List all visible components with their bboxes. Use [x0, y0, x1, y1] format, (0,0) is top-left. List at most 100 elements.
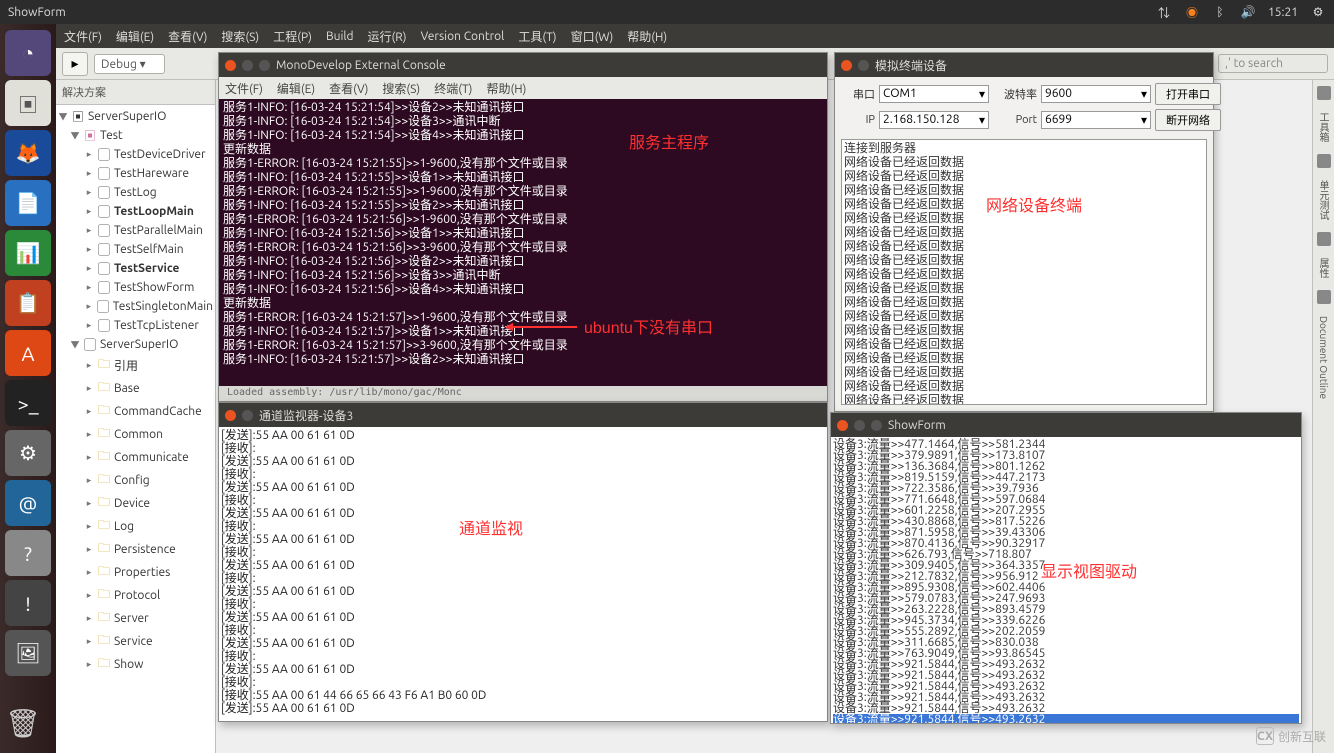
tree-node[interactable]: ▸▢TestService: [56, 259, 215, 278]
menu-project[interactable]: 工程(P): [273, 28, 312, 45]
cmenu-search[interactable]: 搜索(S): [382, 80, 420, 97]
tree-node[interactable]: ▸🗀Device: [56, 492, 215, 515]
menu-window[interactable]: 窗口(W): [571, 28, 614, 45]
mon-titlebar[interactable]: 通道监视器-设备3: [219, 403, 827, 427]
tree-node[interactable]: ▸🗀Persistence: [56, 538, 215, 561]
max-icon[interactable]: [259, 60, 270, 71]
toolbox-icon[interactable]: [1317, 86, 1331, 100]
help-icon[interactable]: ?: [5, 530, 51, 576]
tree-node[interactable]: ▼▣ServerSuperIO: [56, 107, 215, 126]
mono-icon[interactable]: @: [5, 480, 51, 526]
bluetooth-icon[interactable]: ᛒ: [1212, 4, 1228, 20]
port-select[interactable]: 6699▾: [1041, 111, 1151, 129]
tree-node[interactable]: ▸▢TestSingletonMain: [56, 297, 215, 316]
firefox-icon[interactable]: 🦊: [5, 130, 51, 176]
tree-node[interactable]: ▸🗀Server: [56, 607, 215, 630]
tree-node[interactable]: ▸🗀Config: [56, 469, 215, 492]
files-icon[interactable]: ▣: [5, 80, 51, 126]
dash-icon[interactable]: ◔: [5, 30, 51, 76]
calc-icon[interactable]: 📊: [5, 230, 51, 276]
power-icon[interactable]: ⚙: [1310, 4, 1326, 20]
disconnect-button[interactable]: 断开网络: [1155, 109, 1221, 131]
showform-body[interactable]: 设备3:流量>>477.1464,信号>>581.2344设备3:流量>>379…: [831, 437, 1301, 723]
tree-node[interactable]: ▸🗀Common: [56, 423, 215, 446]
tree-node[interactable]: ▸🗀Communicate: [56, 446, 215, 469]
tree-node[interactable]: ▼▣Test: [56, 126, 215, 145]
menu-view[interactable]: 查看(V): [168, 28, 207, 45]
impress-icon[interactable]: 📋: [5, 280, 51, 326]
cmenu-file[interactable]: 文件(F): [225, 80, 263, 97]
tree-node[interactable]: ▸🗀CommandCache: [56, 400, 215, 423]
close-icon[interactable]: [837, 420, 848, 431]
image-icon[interactable]: 🖼: [5, 630, 51, 676]
tree-node[interactable]: ▸🗀Protocol: [56, 584, 215, 607]
baud-select[interactable]: 9600▾: [1041, 85, 1151, 103]
tree-node[interactable]: ▸▢TestDeviceDriver: [56, 145, 215, 164]
min-icon[interactable]: [242, 60, 253, 71]
show-titlebar[interactable]: ShowForm: [831, 413, 1301, 437]
tree-node[interactable]: ▸▢TestParallelMain: [56, 221, 215, 240]
tree-node[interactable]: ▸▢TestLog: [56, 183, 215, 202]
tree-node[interactable]: ▸▢TestHareware: [56, 164, 215, 183]
tree-node[interactable]: ▸🗀Show: [56, 653, 215, 676]
tree-node[interactable]: ▸🗀Service: [56, 630, 215, 653]
cmenu-view[interactable]: 查看(V): [329, 80, 368, 97]
cmenu-term[interactable]: 终端(T): [434, 80, 472, 97]
sim-log[interactable]: 连接到服务器 网络设备已经返回数据网络设备已经返回数据网络设备已经返回数据网络设…: [841, 139, 1207, 405]
min-icon[interactable]: [854, 420, 865, 431]
menu-edit[interactable]: 编辑(E): [116, 28, 154, 45]
monitor-body[interactable]: [发送]:55 AA 00 61 61 0D[接收]:[发送]:55 AA 00…: [219, 427, 827, 721]
tree-node[interactable]: ▸▢TestLoopMain: [56, 202, 215, 221]
vtab-toolbox[interactable]: 工具箱: [1314, 108, 1333, 146]
terminal-icon[interactable]: >_: [5, 380, 51, 426]
sound-icon[interactable]: 🔊: [1240, 4, 1256, 20]
ide-search-input[interactable]: ,' to search: [1218, 54, 1328, 73]
config-selector[interactable]: Debug ▾: [94, 54, 165, 74]
cmenu-edit[interactable]: 编辑(E): [277, 80, 315, 97]
vtab-unittest[interactable]: 单元测试: [1314, 176, 1333, 224]
right-vertical-tabs: 工具箱 单元测试 属性 Document Outline: [1312, 80, 1334, 753]
min-icon[interactable]: [242, 410, 253, 421]
serial-select[interactable]: COM1▾: [879, 85, 989, 103]
min-icon[interactable]: [858, 60, 869, 71]
vtab-properties[interactable]: 属性: [1314, 254, 1333, 282]
console-body[interactable]: 服务1-INFO: [16-03-24 15:21:54]>>设备2>>未知通讯…: [219, 99, 827, 386]
close-icon[interactable]: [841, 60, 852, 71]
network-icon[interactable]: ⇅: [1156, 4, 1172, 20]
close-icon[interactable]: [225, 60, 236, 71]
tree-node[interactable]: ▸▢TestSelfMain: [56, 240, 215, 259]
vtab-outline[interactable]: Document Outline: [1316, 312, 1331, 403]
alert-icon[interactable]: !: [5, 580, 51, 626]
clock[interactable]: 15:21: [1268, 6, 1298, 19]
tree-node[interactable]: ▸🗀Base: [56, 377, 215, 400]
open-serial-button[interactable]: 打开串口: [1155, 83, 1221, 105]
menu-vc[interactable]: Version Control: [421, 30, 505, 43]
ip-select[interactable]: 2.168.150.128▾: [879, 111, 989, 129]
menu-tools[interactable]: 工具(T): [518, 28, 556, 45]
menu-file[interactable]: 文件(F): [64, 28, 102, 45]
tree-node[interactable]: ▸🗀Log: [56, 515, 215, 538]
trash-icon[interactable]: 🗑: [5, 707, 51, 753]
tree-node[interactable]: ▸▢TestShowForm: [56, 278, 215, 297]
writer-icon[interactable]: 📄: [5, 180, 51, 226]
tree-node[interactable]: ▸▢TestTcpListener: [56, 316, 215, 335]
tree-node[interactable]: ▼▢ServerSuperIO: [56, 335, 215, 354]
run-button[interactable]: ▸: [62, 52, 88, 76]
menu-help[interactable]: 帮助(H): [627, 28, 667, 45]
settings-icon[interactable]: ⚙: [5, 430, 51, 476]
sim-titlebar[interactable]: 模拟终端设备: [835, 53, 1213, 77]
cmenu-help[interactable]: 帮助(H): [486, 80, 526, 97]
menu-search[interactable]: 搜索(S): [221, 28, 259, 45]
outline-icon[interactable]: [1317, 290, 1331, 304]
tree-node[interactable]: ▸🗀引用: [56, 354, 215, 377]
notification-icon[interactable]: ◉: [1184, 4, 1200, 20]
console-titlebar[interactable]: MonoDevelop External Console: [219, 53, 827, 77]
menu-run[interactable]: 运行(R): [368, 28, 407, 45]
unittest-icon[interactable]: [1317, 154, 1331, 168]
software-icon[interactable]: A: [5, 330, 51, 376]
close-icon[interactable]: [225, 410, 236, 421]
max-icon[interactable]: [871, 420, 882, 431]
tree-node[interactable]: ▸🗀Properties: [56, 561, 215, 584]
properties-icon[interactable]: [1317, 232, 1331, 246]
menu-build[interactable]: Build: [326, 30, 354, 43]
